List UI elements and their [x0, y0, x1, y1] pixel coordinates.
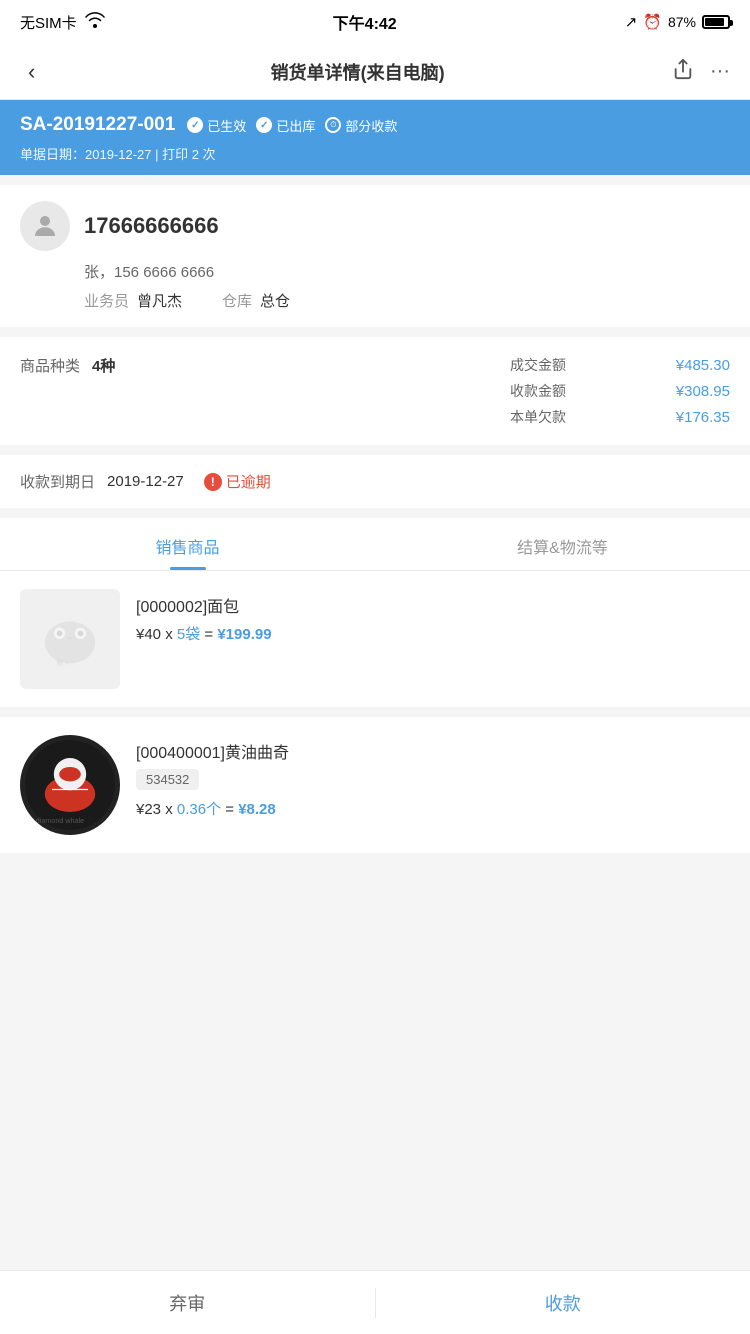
battery-percent: 87%	[668, 14, 696, 30]
order-header: SA-20191227-001 ✓ 已生效 ✓ 已出库 ⏱ 部分收款 单据日期：…	[0, 100, 750, 175]
due-section: 收款到期日 2019-12-27 ! 已逾期	[0, 455, 750, 508]
product-item-2: diamond whale [000400001]黄油曲奇 534532 ¥23…	[0, 717, 750, 853]
nav-bar: ‹ 销货单详情(来自电脑) ···	[0, 44, 750, 100]
debt-amount-label: 本单欠款	[510, 407, 566, 427]
avatar	[20, 201, 70, 251]
staff-label: 业务员	[84, 290, 129, 311]
product-types-value: 4种	[92, 355, 115, 376]
more-button[interactable]: ···	[710, 60, 730, 83]
staff-item: 业务员 曾凡杰	[84, 290, 182, 311]
product-list: 象+ [0000002]面包 ¥40 x 5袋 = ¥199.99 diamo	[0, 571, 750, 937]
wifi-icon	[85, 12, 105, 32]
product-unit-price-2: ¥23	[136, 801, 161, 818]
product-multiply-1: x	[165, 626, 177, 643]
deal-amount-label: 成交金额	[510, 355, 566, 375]
order-status-badges: ✓ 已生效 ✓ 已出库 ⏱ 部分收款	[187, 116, 397, 135]
customer-section: 17666666666 张，156 6666 6666 业务员 曾凡杰 仓库 总…	[0, 185, 750, 327]
status-label-2: 已出库	[276, 116, 315, 135]
bottom-bar: 弃审 收款	[0, 1270, 750, 1334]
status-badge-activated: ✓ 已生效	[187, 116, 246, 135]
status-badge-shipped: ✓ 已出库	[256, 116, 315, 135]
debt-amount-row: 本单欠款 ¥176.35	[510, 407, 730, 427]
status-right: ↗ ⏰ 87%	[625, 13, 730, 31]
confirm-button[interactable]: 收款	[376, 1274, 750, 1332]
status-label-3: 部分收款	[345, 116, 397, 135]
share-button[interactable]	[672, 58, 694, 86]
product-equals-2: =	[225, 801, 238, 818]
warehouse-label: 仓库	[222, 290, 252, 311]
svg-text:diamond whale: diamond whale	[36, 816, 84, 825]
staff-value: 曾凡杰	[137, 290, 182, 311]
svg-text:象+: 象+	[56, 658, 69, 668]
deal-amount-value: ¥485.30	[676, 357, 730, 374]
stats-right: 成交金额 ¥485.30 收款金额 ¥308.95 本单欠款 ¥176.35	[510, 355, 730, 427]
product-info-1: [0000002]面包 ¥40 x 5袋 = ¥199.99	[136, 589, 730, 644]
status-bar: 无SIM卡 下午4:42 ↗ ⏰ 87%	[0, 0, 750, 44]
carrier-text: 无SIM卡	[20, 12, 77, 33]
product-unit-price-1: ¥40	[136, 626, 161, 643]
product-types-label: 商品种类	[20, 355, 80, 376]
status-left: 无SIM卡	[20, 12, 105, 33]
status-badge-partial: ⏱ 部分收款	[325, 116, 397, 135]
clock-icon: ⏱	[325, 117, 341, 133]
stats-section: 商品种类 4种 成交金额 ¥485.30 收款金额 ¥308.95 本单欠款 ¥…	[0, 337, 750, 445]
product-sku-2: 534532	[136, 769, 199, 790]
customer-phone: 17666666666	[84, 213, 219, 239]
status-time: 下午4:42	[333, 10, 397, 34]
due-date-value: 2019-12-27	[107, 473, 184, 490]
overdue-text: 已逾期	[226, 471, 271, 492]
nav-actions: ···	[672, 58, 730, 86]
battery-icon	[702, 15, 730, 29]
warehouse-value: 总仓	[260, 290, 290, 311]
cancel-button[interactable]: 弃审	[0, 1274, 375, 1332]
order-meta: 单据日期：2019-12-27 | 打印 2 次	[20, 144, 730, 163]
overdue-icon: !	[204, 473, 222, 491]
location-icon: ↗	[625, 13, 638, 31]
product-price-2: ¥23 x 0.36个 = ¥8.28	[136, 798, 730, 819]
product-name-2: [000400001]黄油曲奇	[136, 739, 730, 763]
order-id: SA-20191227-001	[20, 114, 175, 136]
receipt-amount-value: ¥308.95	[676, 383, 730, 400]
page-title: 销货单详情(来自电脑)	[271, 59, 445, 85]
product-thumb-1: 象+	[20, 589, 120, 689]
alarm-icon: ⏰	[643, 13, 662, 31]
product-info-2: [000400001]黄油曲奇 534532 ¥23 x 0.36个 = ¥8.…	[136, 735, 730, 819]
product-item: 象+ [0000002]面包 ¥40 x 5袋 = ¥199.99	[0, 571, 750, 707]
product-name-1: [0000002]面包	[136, 593, 730, 617]
product-thumb-2: diamond whale	[20, 735, 120, 835]
debt-amount-value: ¥176.35	[676, 409, 730, 426]
customer-detail: 张，156 6666 6666	[20, 261, 730, 282]
warehouse-item: 仓库 总仓	[222, 290, 290, 311]
tab-sales-products[interactable]: 销售商品	[0, 518, 375, 570]
receipt-amount-row: 收款金额 ¥308.95	[510, 381, 730, 401]
product-multiply-2: x	[165, 801, 177, 818]
due-date-label: 收款到期日	[20, 471, 95, 492]
status-label-1: 已生效	[207, 116, 246, 135]
customer-staff-row: 业务员 曾凡杰 仓库 总仓	[20, 290, 730, 311]
check-icon-1: ✓	[187, 117, 203, 133]
receipt-amount-label: 收款金额	[510, 381, 566, 401]
order-id-row: SA-20191227-001 ✓ 已生效 ✓ 已出库 ⏱ 部分收款	[20, 114, 730, 136]
product-total-2: ¥8.28	[238, 801, 276, 818]
customer-row: 17666666666	[20, 201, 730, 251]
overdue-badge: ! 已逾期	[204, 471, 271, 492]
stats-left: 商品种类 4种	[20, 355, 115, 376]
tabs-section: 销售商品 结算&物流等	[0, 518, 750, 571]
product-qty-2: 0.36个	[177, 801, 221, 818]
check-icon-2: ✓	[256, 117, 272, 133]
product-price-1: ¥40 x 5袋 = ¥199.99	[136, 623, 730, 644]
product-qty-1: 5袋	[177, 626, 200, 643]
back-button[interactable]: ‹	[20, 51, 43, 93]
tab-settlement[interactable]: 结算&物流等	[375, 518, 750, 570]
product-equals-1: =	[204, 626, 217, 643]
deal-amount-row: 成交金额 ¥485.30	[510, 355, 730, 375]
product-total-1: ¥199.99	[217, 626, 271, 643]
